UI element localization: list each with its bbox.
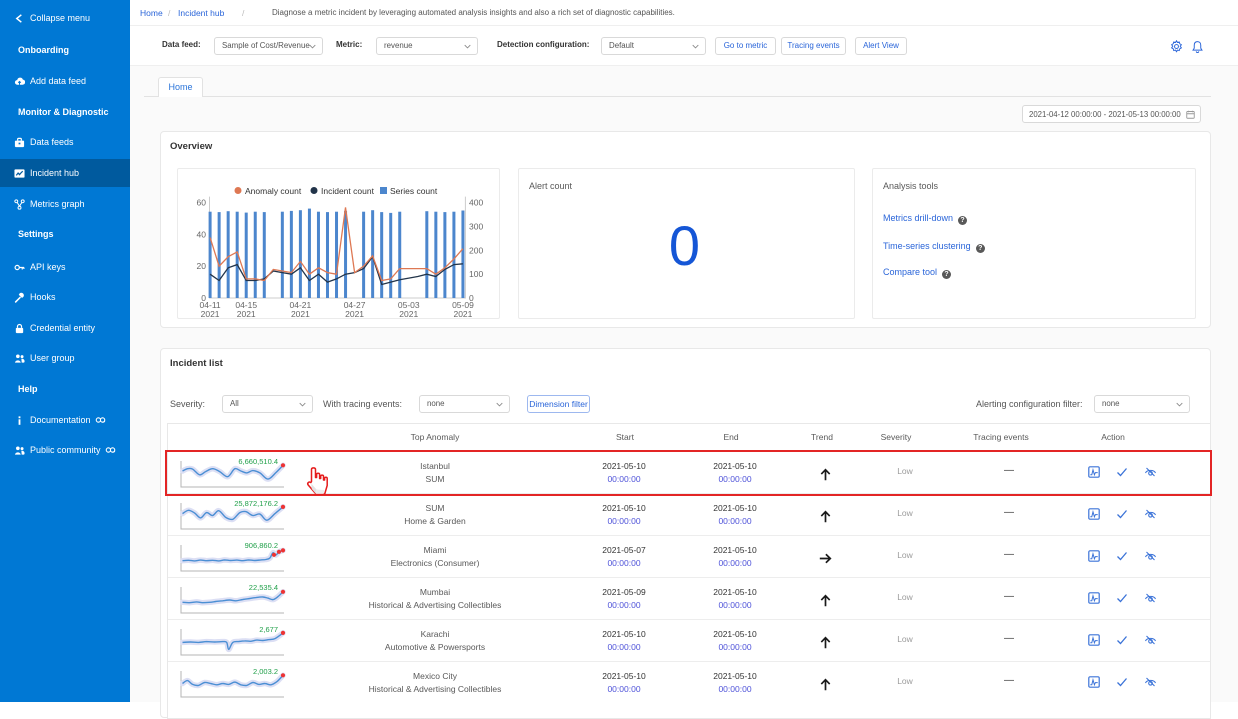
svg-text:2021: 2021 [237,309,256,318]
svg-text:20: 20 [197,261,207,271]
svg-text:200: 200 [469,245,483,255]
svg-text:2021: 2021 [201,309,220,318]
svg-text:100: 100 [469,269,483,279]
svg-text:2021: 2021 [453,309,472,318]
svg-text:40: 40 [197,229,207,239]
svg-text:Series count: Series count [390,186,438,196]
svg-text:2021: 2021 [399,309,418,318]
svg-text:2021: 2021 [291,309,310,318]
svg-text:2021: 2021 [345,309,364,318]
svg-text:Incident count: Incident count [321,186,375,196]
svg-text:Anomaly count: Anomaly count [245,186,302,196]
svg-text:300: 300 [469,221,483,231]
svg-text:400: 400 [469,198,483,208]
svg-text:60: 60 [197,198,207,208]
